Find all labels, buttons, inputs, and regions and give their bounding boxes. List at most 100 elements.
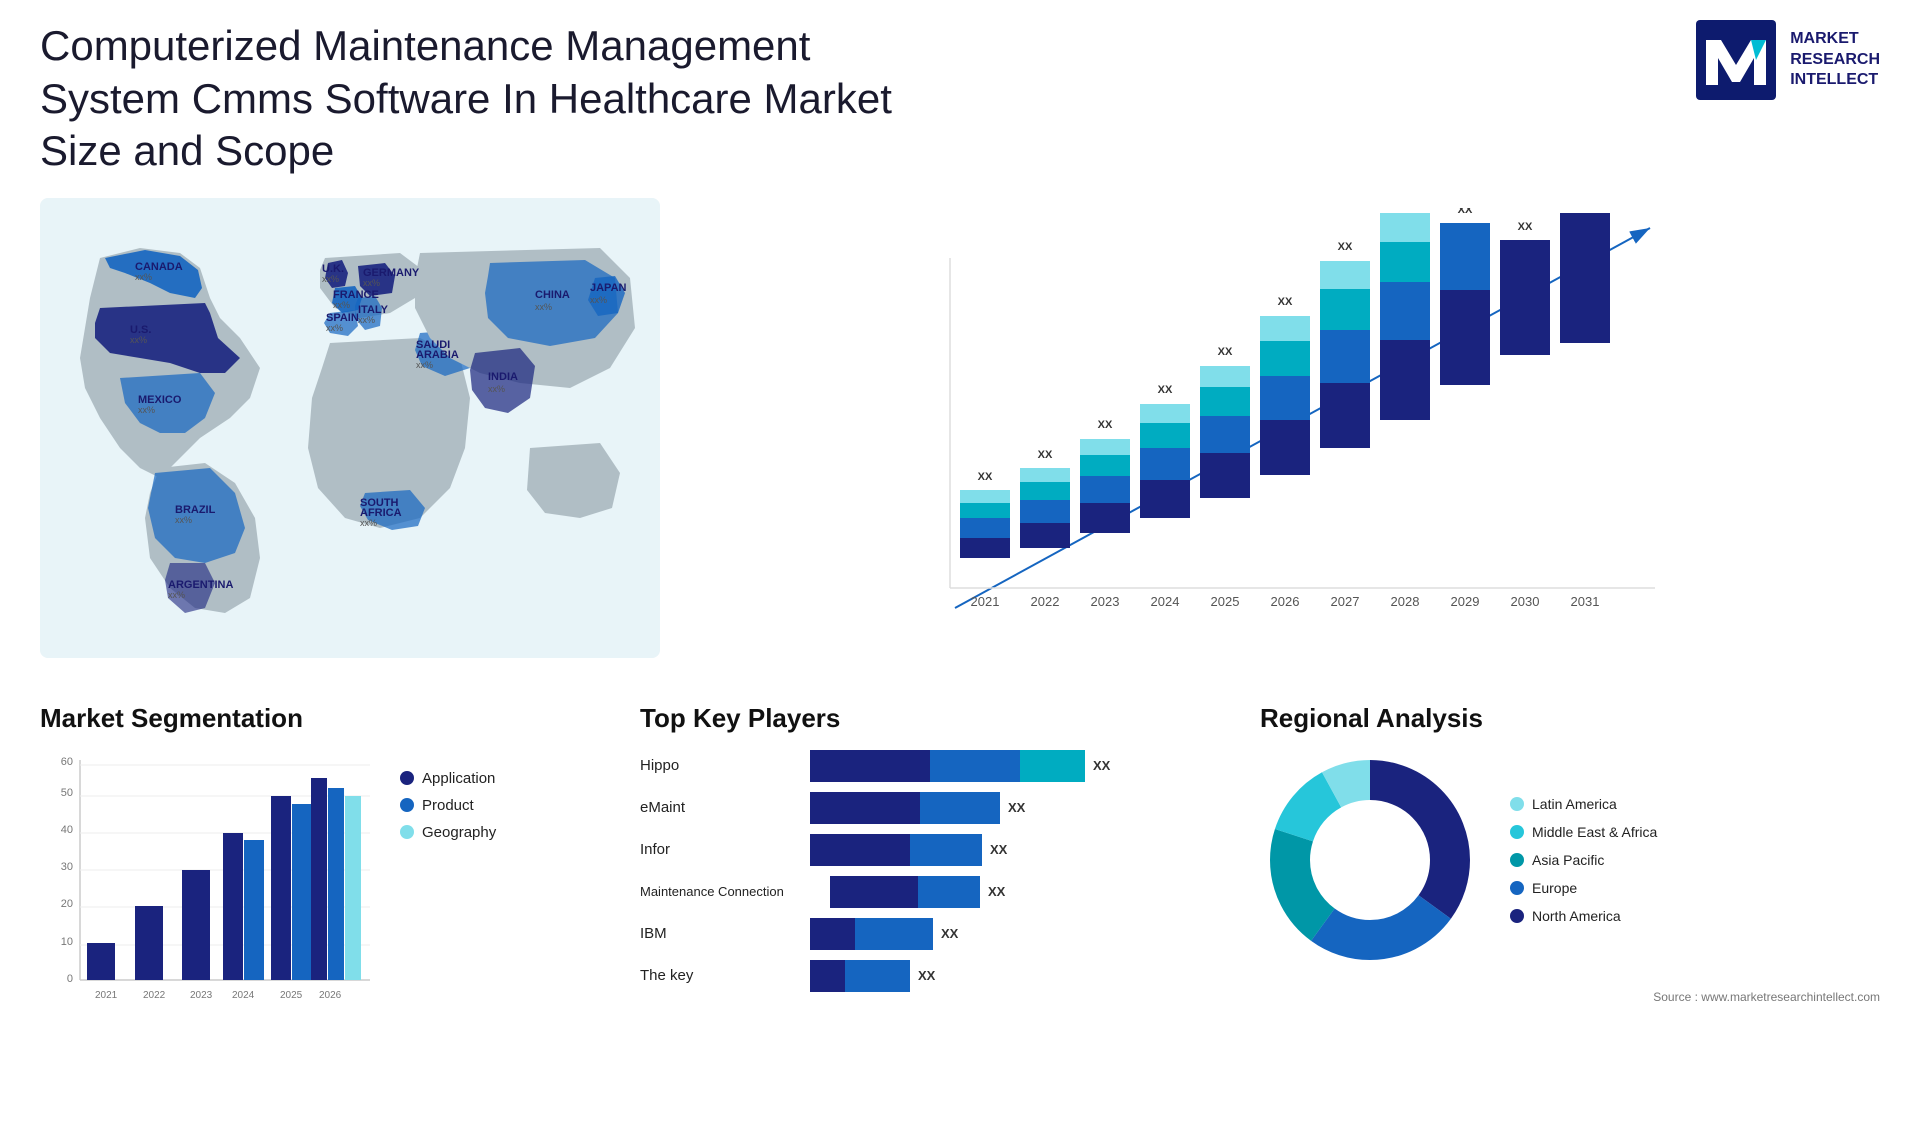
svg-text:xx%: xx% (358, 315, 375, 325)
svg-text:2030: 2030 (1511, 594, 1540, 609)
svg-text:INDIA: INDIA (488, 371, 518, 383)
thekey-seg1 (810, 960, 845, 992)
svg-text:xx%: xx% (360, 518, 377, 528)
svg-text:XX: XX (1038, 449, 1053, 461)
source-line: Source : www.marketresearchintellect.com (1260, 990, 1880, 1004)
player-bar-infor: XX (810, 834, 1220, 866)
svg-text:xx%: xx% (175, 515, 192, 525)
svg-text:XX: XX (1098, 419, 1113, 431)
player-bar-ibm: XX (810, 918, 1220, 950)
key-players-section: Top Key Players Hippo XX (640, 703, 1220, 992)
donut-chart-svg (1260, 750, 1480, 970)
europe-label: Europe (1532, 880, 1577, 896)
svg-text:2022: 2022 (1031, 594, 1060, 609)
hippo-seg1 (810, 750, 930, 782)
north-america-label: North America (1532, 908, 1621, 924)
player-name-hippo: Hippo (640, 757, 800, 774)
svg-text:2024: 2024 (232, 990, 255, 1001)
player-bar-stack-mc (830, 876, 980, 908)
logo-icon (1696, 20, 1776, 100)
bar-chart-svg: XX 2021 XX 2022 XX (690, 208, 1880, 668)
middle-east-africa-label: Middle East & Africa (1532, 824, 1657, 840)
svg-text:2023: 2023 (190, 990, 213, 1001)
player-row-thekey: The key XX (640, 960, 1220, 992)
legend-middle-east-africa: Middle East & Africa (1510, 824, 1657, 840)
player-row-hippo: Hippo XX (640, 750, 1220, 782)
svg-text:2024: 2024 (1151, 594, 1180, 609)
svg-text:2021: 2021 (95, 990, 118, 1001)
asia-pacific-label: Asia Pacific (1532, 852, 1604, 868)
svg-text:2026: 2026 (319, 990, 342, 1001)
infor-seg2 (910, 834, 982, 866)
svg-text:xx%: xx% (130, 335, 147, 345)
player-bar-stack-hippo (810, 750, 1085, 782)
player-row-emaint: eMaint XX (640, 792, 1220, 824)
player-bar-thekey: XX (810, 960, 1220, 992)
seg-chart-area: 0 10 20 30 40 50 60 (40, 750, 600, 1030)
svg-text:XX: XX (1518, 221, 1533, 233)
segmentation-title: Market Segmentation (40, 703, 600, 734)
europe-dot (1510, 881, 1524, 895)
seg-legend-item-geography: Geography (400, 824, 496, 841)
ibm-xx: XX (941, 926, 958, 941)
logo-text: MARKET RESEARCH INTELLECT (1790, 29, 1880, 91)
svg-text:xx%: xx% (138, 405, 155, 415)
svg-text:xx%: xx% (416, 360, 433, 370)
player-row-maintenance-connection: Maintenance Connection XX (640, 876, 1220, 908)
north-america-dot (1510, 909, 1524, 923)
product-dot (400, 798, 414, 812)
seg-legend: Application Product Geography (400, 770, 496, 841)
hippo-xx: XX (1093, 758, 1110, 773)
svg-text:50: 50 (61, 787, 73, 799)
svg-text:2021: 2021 (971, 594, 1000, 609)
svg-text:xx%: xx% (488, 384, 505, 394)
infor-xx: XX (990, 842, 1007, 857)
key-players-title: Top Key Players (640, 703, 1220, 734)
svg-text:2027: 2027 (1331, 594, 1360, 609)
svg-text:xx%: xx% (535, 302, 552, 312)
svg-text:xx%: xx% (135, 272, 152, 282)
emaint-seg1 (810, 792, 920, 824)
player-bar-stack-ibm (810, 918, 933, 950)
svg-text:2025: 2025 (1211, 594, 1240, 609)
logo-area: MARKET RESEARCH INTELLECT (1696, 20, 1880, 100)
svg-text:0: 0 (67, 973, 73, 985)
legend-asia-pacific: Asia Pacific (1510, 852, 1657, 868)
world-map-svg: CANADA xx% U.S. xx% MEXICO xx% BRAZIL xx… (40, 198, 660, 658)
legend-europe: Europe (1510, 880, 1657, 896)
mc-seg1 (830, 876, 918, 908)
svg-text:2025: 2025 (280, 990, 303, 1001)
asia-pacific-dot (1510, 853, 1524, 867)
seg-legend-item-product: Product (400, 797, 496, 814)
header: Computerized Maintenance Management Syst… (40, 20, 1880, 178)
product-label: Product (422, 797, 474, 814)
svg-text:xx%: xx% (590, 295, 607, 305)
svg-text:xx%: xx% (322, 274, 339, 284)
svg-text:xx%: xx% (168, 590, 185, 600)
donut-legend: Latin America Middle East & Africa Asia … (1510, 796, 1657, 924)
emaint-seg2 (920, 792, 1000, 824)
infor-seg1 (810, 834, 910, 866)
svg-text:XX: XX (1458, 208, 1473, 216)
svg-text:JAPAN: JAPAN (590, 282, 627, 294)
ibm-seg1 (810, 918, 855, 950)
player-name-mc: Maintenance Connection (640, 884, 820, 899)
svg-text:xx%: xx% (326, 323, 343, 333)
player-row-infor: Infor XX (640, 834, 1220, 866)
player-bar-stack-infor (810, 834, 982, 866)
mc-xx: XX (988, 884, 1005, 899)
ibm-seg2 (855, 918, 933, 950)
svg-text:20: 20 (61, 898, 73, 910)
player-name-ibm: IBM (640, 925, 800, 942)
svg-text:2026: 2026 (1271, 594, 1300, 609)
svg-text:XX: XX (1218, 346, 1233, 358)
page-wrapper: Computerized Maintenance Management Syst… (0, 0, 1920, 1146)
svg-text:CHINA: CHINA (535, 289, 570, 301)
geography-dot (400, 825, 414, 839)
svg-text:10: 10 (61, 936, 73, 948)
seg-legend-item-application: Application (400, 770, 496, 787)
svg-text:XX: XX (1158, 384, 1173, 396)
world-map-section: CANADA xx% U.S. xx% MEXICO xx% BRAZIL xx… (40, 198, 660, 658)
svg-text:60: 60 (61, 756, 73, 768)
player-row-ibm: IBM XX (640, 918, 1220, 950)
